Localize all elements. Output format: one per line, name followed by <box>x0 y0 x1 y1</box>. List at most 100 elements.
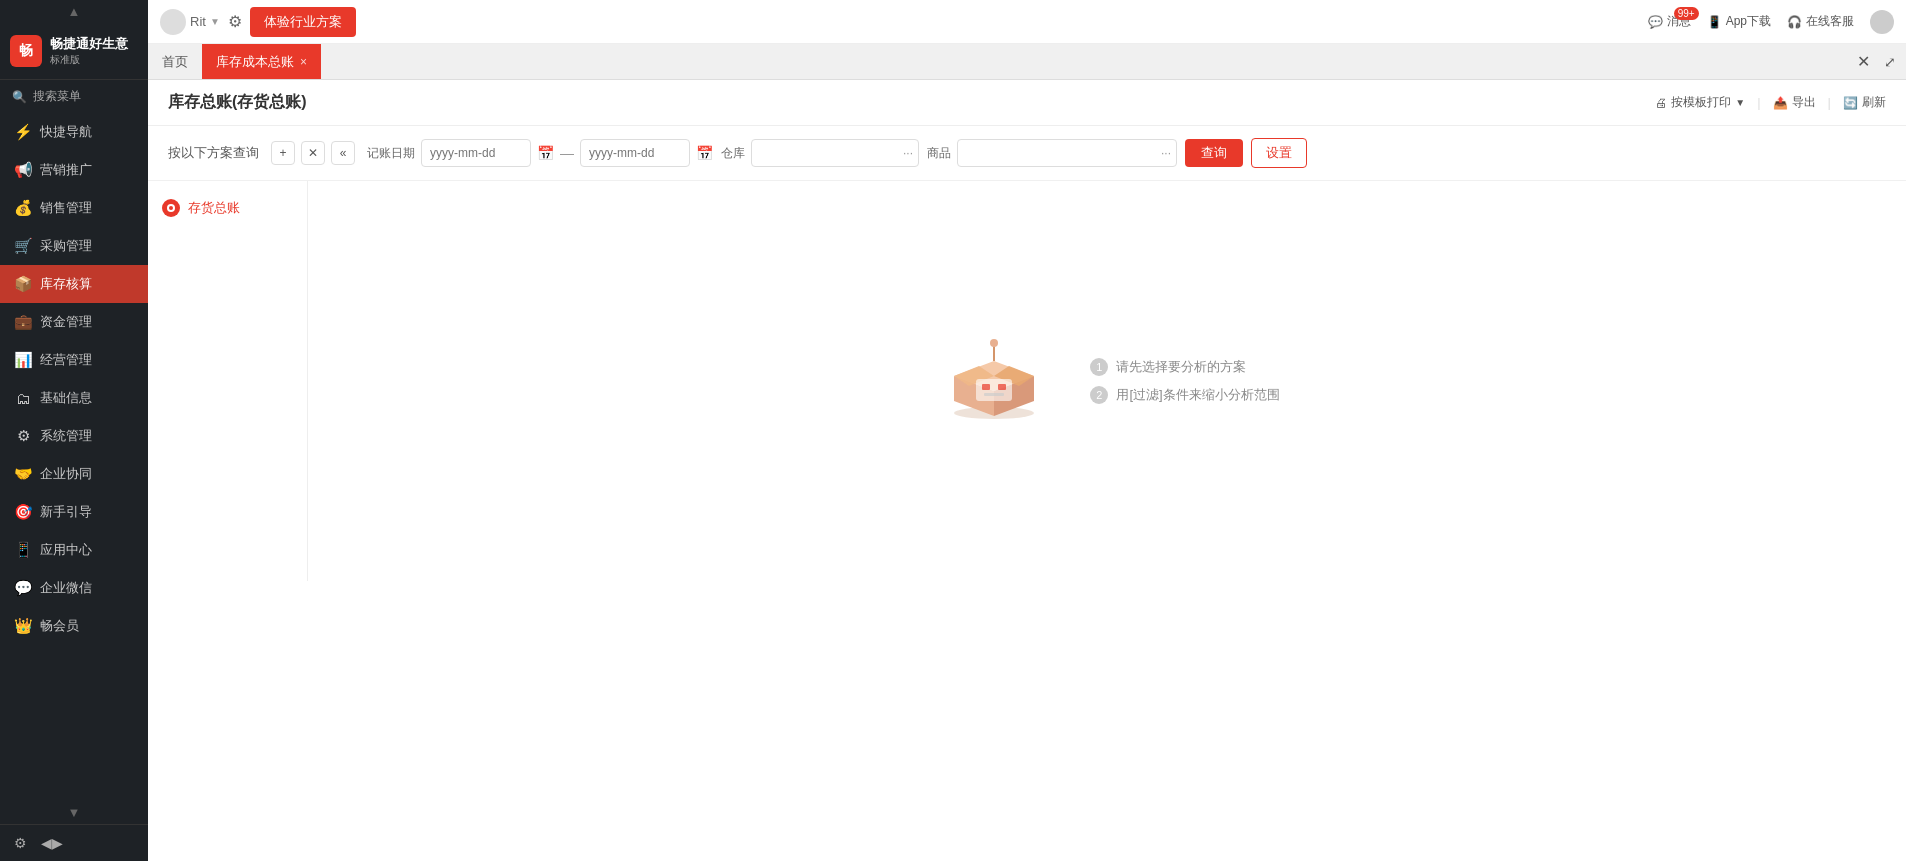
sidebar-scroll-down[interactable]: ▼ <box>0 801 148 824</box>
sidebar-item-inventory[interactable]: 📦 库存核算 <box>0 265 148 303</box>
export-label: 导出 <box>1792 94 1816 111</box>
tip-num-2: 2 <box>1090 386 1108 404</box>
tab-home[interactable]: 首页 <box>148 44 202 79</box>
basic-icon: 🗂 <box>14 390 32 407</box>
sidebar-item-label: 基础信息 <box>40 389 92 407</box>
date-end-input[interactable] <box>580 139 690 167</box>
date-start-icon[interactable]: 📅 <box>537 145 554 161</box>
collapse-filter-button[interactable]: « <box>331 141 355 165</box>
topbar-right: 💬 消息 99+ 📱 App下载 🎧 在线客服 <box>1648 10 1894 34</box>
sidebar-item-cooperation[interactable]: 🤝 企业协同 <box>0 455 148 493</box>
page-header: 库存总账(存货总账) 🖨 按模板打印 ▼ | 📤 导出 | 🔄 <box>148 80 1906 126</box>
sidebar-item-label: 销售管理 <box>40 199 92 217</box>
remove-filter-button[interactable]: ✕ <box>301 141 325 165</box>
tab-active-label: 库存成本总账 <box>216 53 294 71</box>
scheme-item-label: 存货总账 <box>188 199 240 217</box>
sidebar-item-label: 库存核算 <box>40 275 92 293</box>
collapse-icon[interactable]: ◀▶ <box>41 835 63 851</box>
online-service-item[interactable]: 🎧 在线客服 <box>1787 13 1854 30</box>
sidebar-bottom: ⚙ ◀▶ <box>0 824 148 861</box>
sidebar-item-system[interactable]: ⚙ 系统管理 <box>0 417 148 455</box>
page-content: 库存总账(存货总账) 🖨 按模板打印 ▼ | 📤 导出 | 🔄 <box>148 80 1906 861</box>
date-label: 记账日期 <box>367 145 415 162</box>
finance-icon: 💼 <box>14 313 32 331</box>
page-inner: 库存总账(存货总账) 🖨 按模板打印 ▼ | 📤 导出 | 🔄 <box>148 80 1906 861</box>
topbar-chevron-icon: ▼ <box>210 16 220 27</box>
date-separator: — <box>560 145 574 161</box>
sidebar-item-quick-nav[interactable]: ⚡ 快捷导航 <box>0 113 148 151</box>
refresh-icon: 🔄 <box>1843 96 1858 110</box>
date-filter-group: 记账日期 📅 — 📅 <box>367 139 713 167</box>
goods-input[interactable] <box>957 139 1177 167</box>
message-badge: 99+ <box>1674 7 1699 20</box>
brand-name: 畅捷通好生意 <box>50 35 128 53</box>
wechat-icon: 💬 <box>14 579 32 597</box>
sidebar-item-marketing[interactable]: 📢 营销推广 <box>0 151 148 189</box>
sidebar-item-finance[interactable]: 💼 资金管理 <box>0 303 148 341</box>
sidebar-nav: ⚡ 快捷导航 📢 营销推广 💰 销售管理 🛒 采购管理 📦 库存核算 💼 资金管… <box>0 113 148 801</box>
bottom-icons: ⚙ ◀▶ <box>14 835 63 851</box>
sidebar-scroll-up[interactable]: ▲ <box>0 0 148 23</box>
sidebar-item-sales[interactable]: 💰 销售管理 <box>0 189 148 227</box>
operation-icon: 📊 <box>14 351 32 369</box>
tip-text-1: 请先选择要分析的方案 <box>1116 358 1246 376</box>
settings-button[interactable]: 设置 <box>1251 138 1307 168</box>
purchase-icon: 🛒 <box>14 237 32 255</box>
filter-label: 按以下方案查询 <box>168 144 259 162</box>
trial-button[interactable]: 体验行业方案 <box>250 7 356 37</box>
topbar-user-right[interactable] <box>1870 10 1894 34</box>
user-avatar-sm <box>1870 10 1894 34</box>
filter-row: 记账日期 📅 — 📅 仓库 ··· <box>367 138 1886 168</box>
tab-close-icon[interactable]: × <box>300 55 307 69</box>
system-icon: ⚙ <box>14 427 32 445</box>
tab-inventory-ledger[interactable]: 库存成本总账 × <box>202 44 321 79</box>
sidebar-item-operation[interactable]: 📊 经营管理 <box>0 341 148 379</box>
sidebar-search[interactable]: 🔍 搜索菜单 <box>0 80 148 113</box>
sidebar-item-apps[interactable]: 📱 应用中心 <box>0 531 148 569</box>
warehouse-input[interactable] <box>751 139 919 167</box>
date-end-icon[interactable]: 📅 <box>696 145 713 161</box>
warehouse-label: 仓库 <box>721 145 745 162</box>
tabs-bar-right: ✕ ⤢ <box>1849 48 1906 75</box>
date-start-input[interactable] <box>421 139 531 167</box>
message-icon: 💬 <box>1648 15 1663 29</box>
sidebar-item-wechat[interactable]: 💬 企业微信 <box>0 569 148 607</box>
search-icon: 🔍 <box>12 90 27 104</box>
cooperation-icon: 🤝 <box>14 465 32 483</box>
refresh-button[interactable]: 🔄 刷新 <box>1843 94 1886 111</box>
query-button[interactable]: 查询 <box>1185 139 1243 167</box>
online-service-icon: 🎧 <box>1787 15 1802 29</box>
sidebar-item-label: 新手引导 <box>40 503 92 521</box>
sales-icon: 💰 <box>14 199 32 217</box>
close-tab-button[interactable]: ✕ <box>1849 48 1878 75</box>
sidebar-item-purchase[interactable]: 🛒 采购管理 <box>0 227 148 265</box>
divider-1: | <box>1757 95 1760 110</box>
inventory-icon: 📦 <box>14 275 32 293</box>
settings-icon[interactable]: ⚙ <box>14 835 27 851</box>
print-label: 按模板打印 <box>1671 94 1731 111</box>
sidebar-item-label: 营销推广 <box>40 161 92 179</box>
filter-actions: + ✕ « <box>271 141 355 165</box>
sidebar-item-label: 采购管理 <box>40 237 92 255</box>
resize-tab-button[interactable]: ⤢ <box>1878 50 1902 74</box>
sidebar-item-label: 经营管理 <box>40 351 92 369</box>
app-download-item[interactable]: 📱 App下载 <box>1707 13 1771 30</box>
empty-tip-1: 1 请先选择要分析的方案 <box>1090 358 1279 376</box>
goods-label: 商品 <box>927 145 951 162</box>
scheme-item-stock-ledger[interactable]: 存货总账 <box>148 189 307 227</box>
main-content: Rit ▼ ⚙ 体验行业方案 💬 消息 99+ 📱 App下载 🎧 在线客服 <box>148 0 1906 861</box>
export-button[interactable]: 📤 导出 <box>1773 94 1816 111</box>
sidebar-item-basic[interactable]: 🗂 基础信息 <box>0 379 148 417</box>
warehouse-filter-group: 仓库 ··· <box>721 139 919 167</box>
topbar-gear-icon[interactable]: ⚙ <box>228 12 242 31</box>
message-item[interactable]: 💬 消息 99+ <box>1648 13 1691 30</box>
filter-area: 按以下方案查询 + ✕ « 记账日期 📅 — 📅 <box>148 126 1906 181</box>
quick-nav-icon: ⚡ <box>14 123 32 141</box>
topbar-user-area[interactable]: Rit ▼ <box>160 9 220 35</box>
add-filter-button[interactable]: + <box>271 141 295 165</box>
sidebar-item-label: 企业微信 <box>40 579 92 597</box>
sidebar-item-member[interactable]: 👑 畅会员 <box>0 607 148 645</box>
print-button[interactable]: 🖨 按模板打印 ▼ <box>1655 94 1745 111</box>
sidebar-item-guide[interactable]: 🎯 新手引导 <box>0 493 148 531</box>
empty-illustration <box>934 321 1054 421</box>
